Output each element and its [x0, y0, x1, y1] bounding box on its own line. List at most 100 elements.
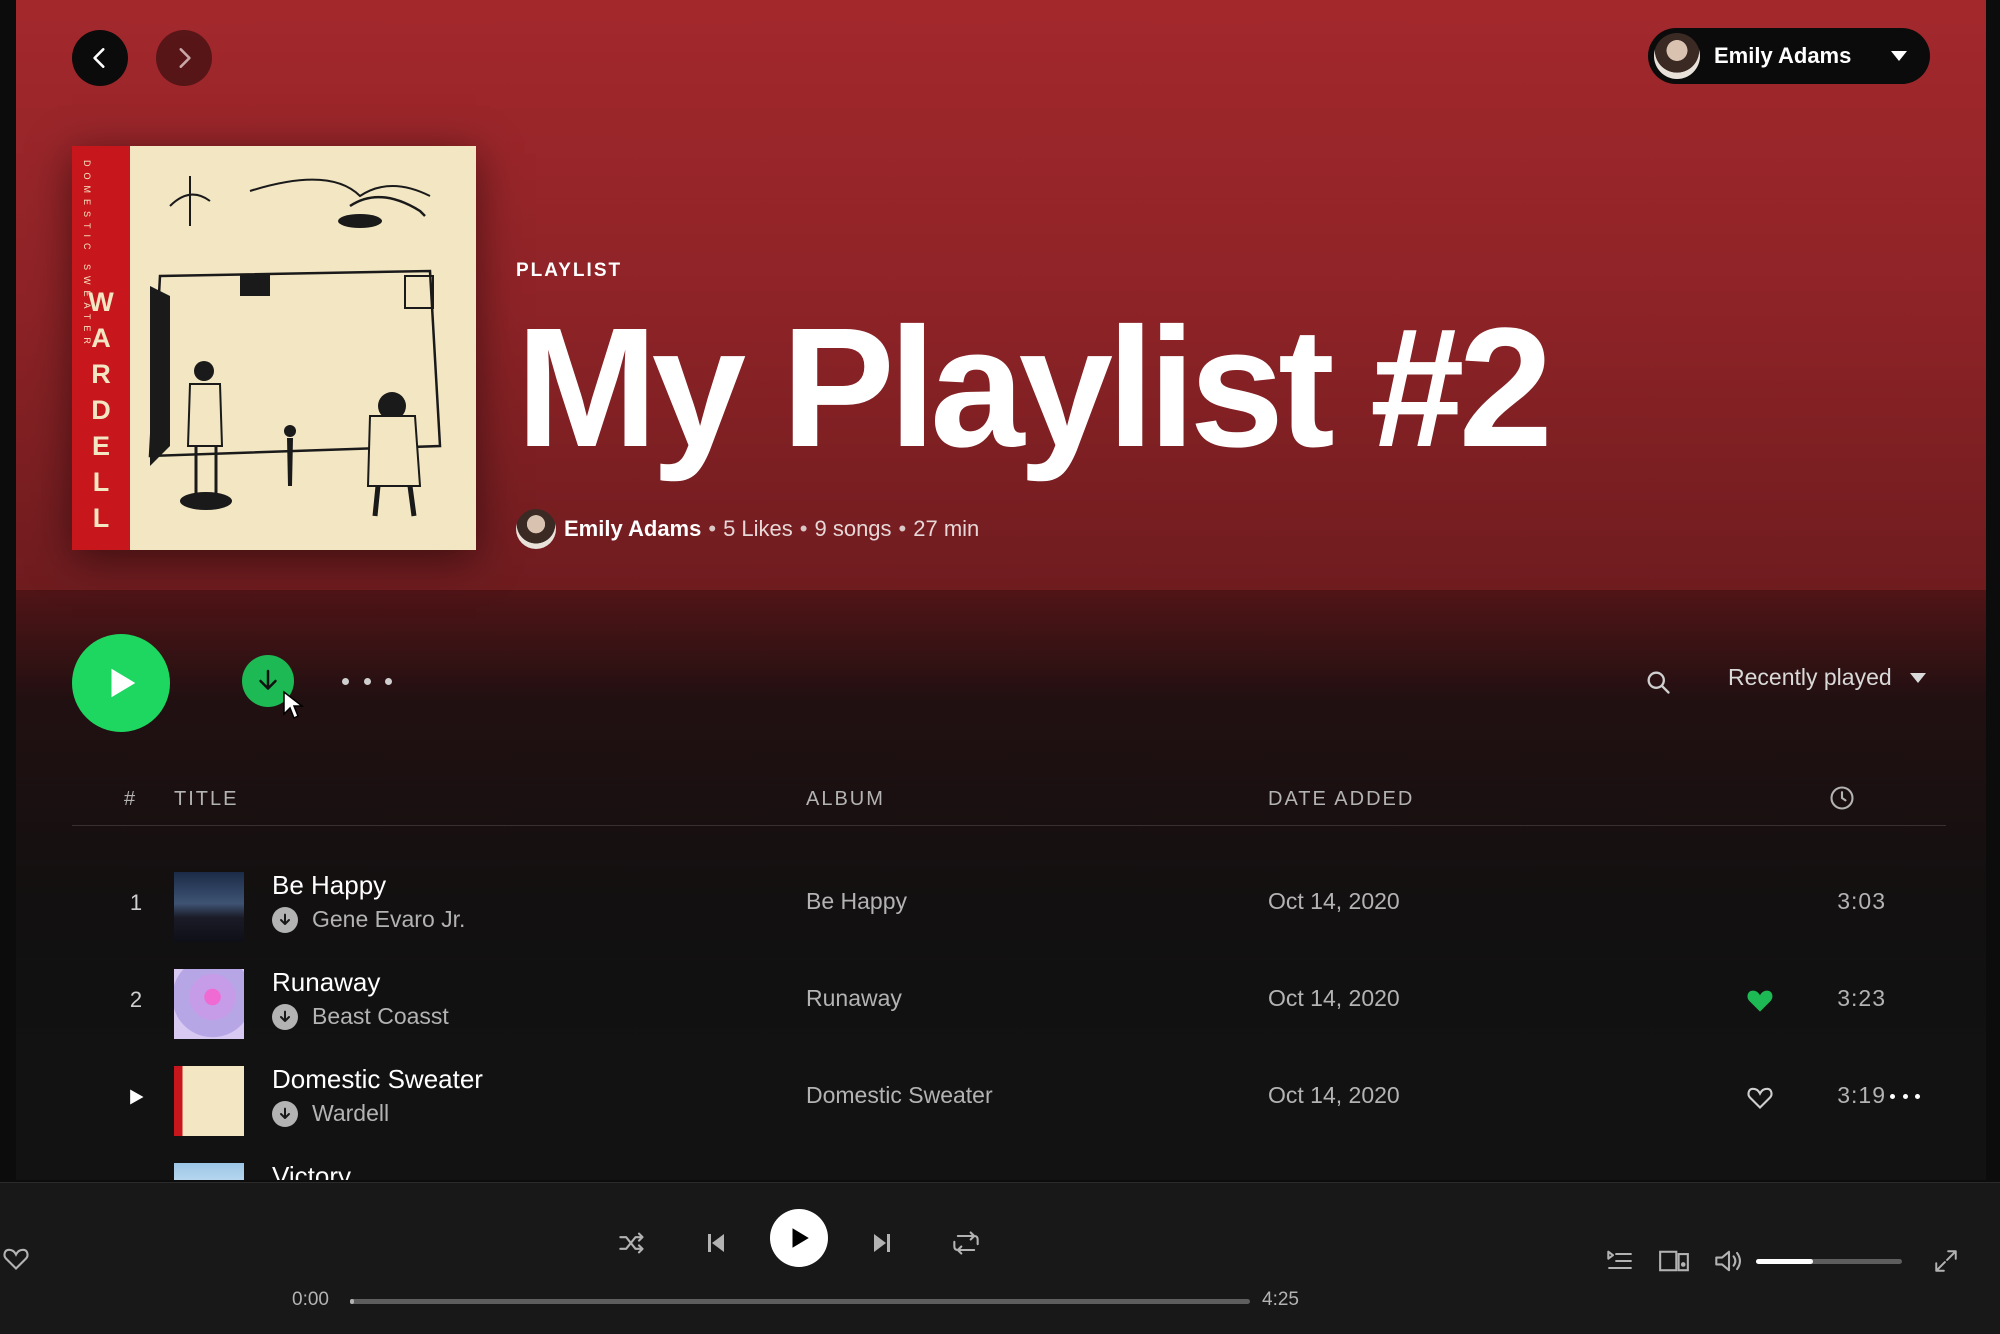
likes-count: 5 Likes: [723, 516, 793, 541]
meta-separator: •: [708, 516, 717, 541]
user-menu-button[interactable]: Emily Adams: [1648, 28, 1930, 84]
shuffle-button[interactable]: [616, 1227, 648, 1259]
track-title[interactable]: Victory: [272, 1161, 351, 1180]
track-thumbnail: [174, 1066, 244, 1136]
back-button[interactable]: [72, 30, 128, 86]
player-bar: 0:00 4:25: [0, 1182, 2000, 1334]
heart-icon[interactable]: [2, 1245, 30, 1271]
cover-illustration: [148, 176, 442, 517]
downloaded-badge: [272, 1100, 298, 1127]
track-title[interactable]: Domestic Sweater: [272, 1064, 483, 1095]
table-row[interactable]: 2 Runaway Beast Coasst Runaway Oct 14, 2…: [72, 955, 1946, 1045]
queue-button[interactable]: [1604, 1245, 1636, 1277]
track-artist[interactable]: Gene Evaro Jr.: [312, 906, 465, 933]
repeat-button[interactable]: [950, 1227, 982, 1259]
header-duration[interactable]: [1828, 784, 1856, 818]
track-duration: 3:03: [1837, 888, 1886, 914]
table-row[interactable]: Domestic Sweater Wardell Domestic Sweate…: [72, 1052, 1946, 1142]
track-duration: 3:19: [1837, 1082, 1886, 1108]
volume-slider[interactable]: [1756, 1259, 1902, 1264]
downloaded-badge: [272, 1003, 298, 1030]
track-table-header: # TITLE ALBUM DATE ADDED: [72, 782, 1946, 826]
search-icon[interactable]: [1644, 668, 1672, 696]
track-album[interactable]: Be Happy: [806, 888, 907, 915]
download-icon: [280, 1010, 290, 1022]
progress-fill: [350, 1299, 354, 1304]
app-window: Emily Adams DOMESTIC SWEATER WARDELL PLA…: [0, 0, 2000, 1334]
track-thumbnail: [174, 969, 244, 1039]
previous-button[interactable]: [700, 1227, 732, 1259]
playlist-cover: DOMESTIC SWEATER WARDELL: [72, 146, 476, 550]
dot: [1902, 1094, 1908, 1099]
dot: [1890, 1094, 1895, 1099]
sort-dropdown[interactable]: Recently played: [1728, 664, 1926, 691]
forward-icon: [179, 48, 191, 68]
track-artist-line: Gene Evaro Jr.: [272, 906, 465, 933]
sort-label: Recently played: [1728, 664, 1892, 690]
time-total: 4:25: [1262, 1289, 1299, 1310]
track-duration: 3:23: [1837, 985, 1886, 1011]
play-playlist-button[interactable]: [72, 634, 170, 732]
heart-icon[interactable]: [1746, 1084, 1774, 1110]
queue-icon: [1607, 1250, 1632, 1270]
track-album[interactable]: Domestic Sweater: [806, 1082, 993, 1109]
device-icon: [1659, 1250, 1689, 1272]
play-icon[interactable]: [126, 1086, 146, 1108]
track-thumbnail: [174, 1163, 244, 1180]
cursor-icon: [283, 690, 305, 720]
time-elapsed: 0:00: [292, 1289, 329, 1310]
volume-button[interactable]: [1712, 1245, 1746, 1277]
header-title[interactable]: TITLE: [174, 788, 238, 811]
meta-separator: •: [898, 516, 907, 541]
shuffle-icon: [619, 1232, 644, 1254]
dot: [363, 677, 371, 685]
previous-icon: [708, 1234, 724, 1252]
header-date-added[interactable]: DATE ADDED: [1268, 788, 1414, 811]
dot: [1915, 1094, 1920, 1099]
download-icon: [280, 1107, 290, 1119]
heart-icon[interactable]: [1746, 987, 1774, 1013]
track-title[interactable]: Be Happy: [272, 870, 386, 901]
track-thumbnail: [174, 872, 244, 942]
download-icon: [280, 913, 290, 925]
play-pause-button[interactable]: [770, 1209, 828, 1267]
user-name: Emily Adams: [1714, 43, 1852, 68]
volume-icon: [1715, 1250, 1741, 1272]
volume-fill: [1756, 1259, 1813, 1264]
track-number: 1: [129, 890, 143, 915]
next-button[interactable]: [866, 1227, 898, 1259]
row-more-options-button[interactable]: [1890, 1094, 1920, 1099]
play-icon: [111, 668, 136, 698]
cover-spine: DOMESTIC SWEATER WARDELL: [72, 146, 130, 550]
next-icon: [874, 1234, 890, 1252]
track-album[interactable]: Runaway: [806, 985, 902, 1012]
track-artist-line: Beast Coasst: [272, 1003, 449, 1030]
songs-count: 9 songs: [814, 516, 892, 541]
owner-avatar: [516, 509, 556, 549]
track-title[interactable]: Runaway: [272, 967, 380, 998]
playlist-duration: 27 min: [913, 516, 980, 541]
table-row[interactable]: 1 Be Happy Gene Evaro Jr. Be Happy Oct 1…: [72, 858, 1946, 948]
downloaded-badge: [272, 906, 298, 933]
track-artist[interactable]: Wardell: [312, 1100, 389, 1127]
track-number: 2: [129, 987, 143, 1012]
table-row[interactable]: Victory: [72, 1149, 1946, 1180]
fullscreen-icon: [1935, 1250, 1957, 1272]
fullscreen-button[interactable]: [1930, 1245, 1962, 1277]
forward-button[interactable]: [156, 30, 212, 86]
owner-name-link[interactable]: Emily Adams: [564, 516, 701, 542]
more-options-button[interactable]: [342, 666, 392, 696]
caret-down-icon: [1909, 672, 1926, 683]
track-artist[interactable]: Beast Coasst: [312, 1003, 449, 1030]
cover-spine-title: WARDELL: [88, 287, 114, 533]
track-date-added: Oct 14, 2020: [1268, 888, 1400, 914]
playlist-meta: Emily Adams • 5 Likes • 9 songs • 27 min: [516, 506, 979, 552]
connect-device-button[interactable]: [1658, 1245, 1690, 1277]
caret-down-icon: [1891, 51, 1907, 61]
playlist-title: My Playlist #2: [516, 293, 1553, 483]
meta-separator: •: [799, 516, 808, 541]
back-icon: [93, 48, 105, 68]
main-view: Emily Adams DOMESTIC SWEATER WARDELL PLA…: [16, 0, 1986, 1180]
progress-bar[interactable]: [350, 1299, 1250, 1304]
header-album[interactable]: ALBUM: [806, 788, 885, 811]
